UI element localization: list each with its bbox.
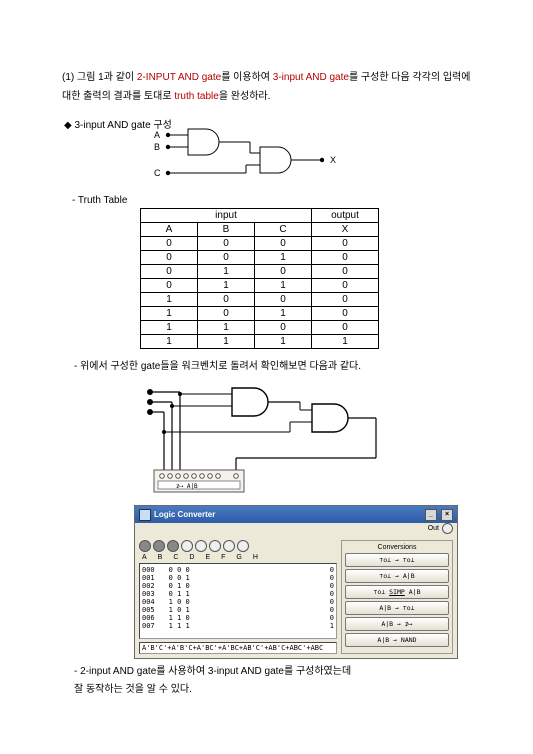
logic-converter-window: Logic Converter _ × Out [134, 505, 458, 659]
table-row: 1000 [141, 293, 379, 307]
col-b: B [198, 223, 255, 237]
header-input: input [141, 209, 312, 223]
label-a: A [154, 130, 160, 140]
table-row: 0010 [141, 251, 379, 265]
table-row: 1111 [141, 335, 379, 349]
out-col: 0 0 0 0 0 0 0 1 [330, 566, 334, 636]
table-row: A B C X [141, 223, 379, 237]
port-labels: A B C D E F G H [139, 554, 337, 563]
titlebar: Logic Converter _ × [135, 506, 457, 523]
col-x: X [312, 223, 379, 237]
conv-button[interactable]: A|B → NAND [345, 633, 449, 647]
logic-table[interactable]: 000 001 002 003 004 005 006 007 0 0 0 0 … [139, 563, 337, 639]
text: 을 완성하라. [219, 91, 271, 102]
port-g-icon[interactable] [223, 540, 235, 552]
workbench-diagram: ⊅⇢ A|B [140, 380, 400, 496]
port-c-icon[interactable] [167, 540, 179, 552]
conv-button[interactable]: A|B → ⊤o⊥ [345, 601, 449, 615]
idx-col: 000 001 002 003 004 005 006 007 [142, 566, 155, 636]
text-emphasis: truth table [174, 91, 218, 102]
conclusion-note: - 2-input AND gate를 사용하여 3-input AND gat… [74, 663, 471, 699]
port-d-icon[interactable] [181, 540, 193, 552]
table-row: 1010 [141, 307, 379, 321]
port-a-icon[interactable] [139, 540, 151, 552]
workbench-note: - 위에서 구성한 gate들을 워크벤치로 돌려서 확인해보면 다음과 같다. [74, 357, 471, 372]
out-label: Out [428, 525, 439, 532]
conv-button[interactable]: ⊤o⊥ → ⊤o⊥ [345, 553, 449, 567]
problem-statement: (1) 그림 1과 같이 2-INPUT AND gate를 이용하여 3-in… [62, 68, 471, 106]
expression-field[interactable]: A'B'C'+A'B'C+A'BC'+A'BC+AB'C'+AB'C+ABC'+… [139, 642, 337, 654]
table-row: 0100 [141, 265, 379, 279]
conv-button[interactable]: A|B → ⊅→ [345, 617, 449, 631]
truth-table-caption: - Truth Table [72, 195, 471, 206]
port-h-icon[interactable] [237, 540, 249, 552]
header-output: output [312, 209, 379, 223]
text: 를 이용하여 [221, 72, 273, 83]
table-row: 1100 [141, 321, 379, 335]
bits-col: 0 0 0 0 0 1 0 1 0 0 1 1 1 0 0 1 0 1 1 1 … [169, 566, 190, 636]
output-port: Out [135, 523, 457, 536]
col-a: A [141, 223, 198, 237]
conv-button[interactable]: ⊤o⊥ → A|B [345, 569, 449, 583]
document-page: (1) 그림 1과 같이 2-INPUT AND gate를 이용하여 3-in… [0, 0, 533, 754]
close-icon[interactable]: × [441, 509, 453, 521]
text-emphasis: 3-input AND gate [273, 72, 349, 83]
conversions-group: Conversions ⊤o⊥ → ⊤o⊥ ⊤o⊥ → A|B ⊤o⊥ SIMP… [341, 540, 453, 654]
table-row: 0110 [141, 279, 379, 293]
table-row: 0000 [141, 237, 379, 251]
label-b: B [154, 142, 160, 152]
port-f-icon[interactable] [209, 540, 221, 552]
svg-text:⊅⇢ A|B: ⊅⇢ A|B [176, 483, 198, 490]
app-icon [139, 509, 151, 521]
text-emphasis: 2-INPUT AND gate [137, 72, 221, 83]
col-c: C [255, 223, 312, 237]
conv-button[interactable]: ⊤o⊥ SIMP A|B [345, 585, 449, 599]
window-title: Logic Converter [154, 510, 215, 519]
and-gate-diagram: A B C X [154, 128, 344, 188]
port-b-icon[interactable] [153, 540, 165, 552]
text: (1) 그림 1과 같이 [62, 72, 137, 83]
label-c: C [154, 168, 161, 178]
minimize-icon[interactable]: _ [425, 509, 437, 521]
truth-table: input output A B C X 0000 0010 0100 0110… [140, 208, 379, 349]
port-e-icon[interactable] [195, 540, 207, 552]
table-row: input output [141, 209, 379, 223]
group-title: Conversions [345, 544, 449, 551]
label-x: X [330, 155, 336, 165]
out-terminal-icon [442, 523, 453, 534]
input-ports [139, 540, 337, 554]
